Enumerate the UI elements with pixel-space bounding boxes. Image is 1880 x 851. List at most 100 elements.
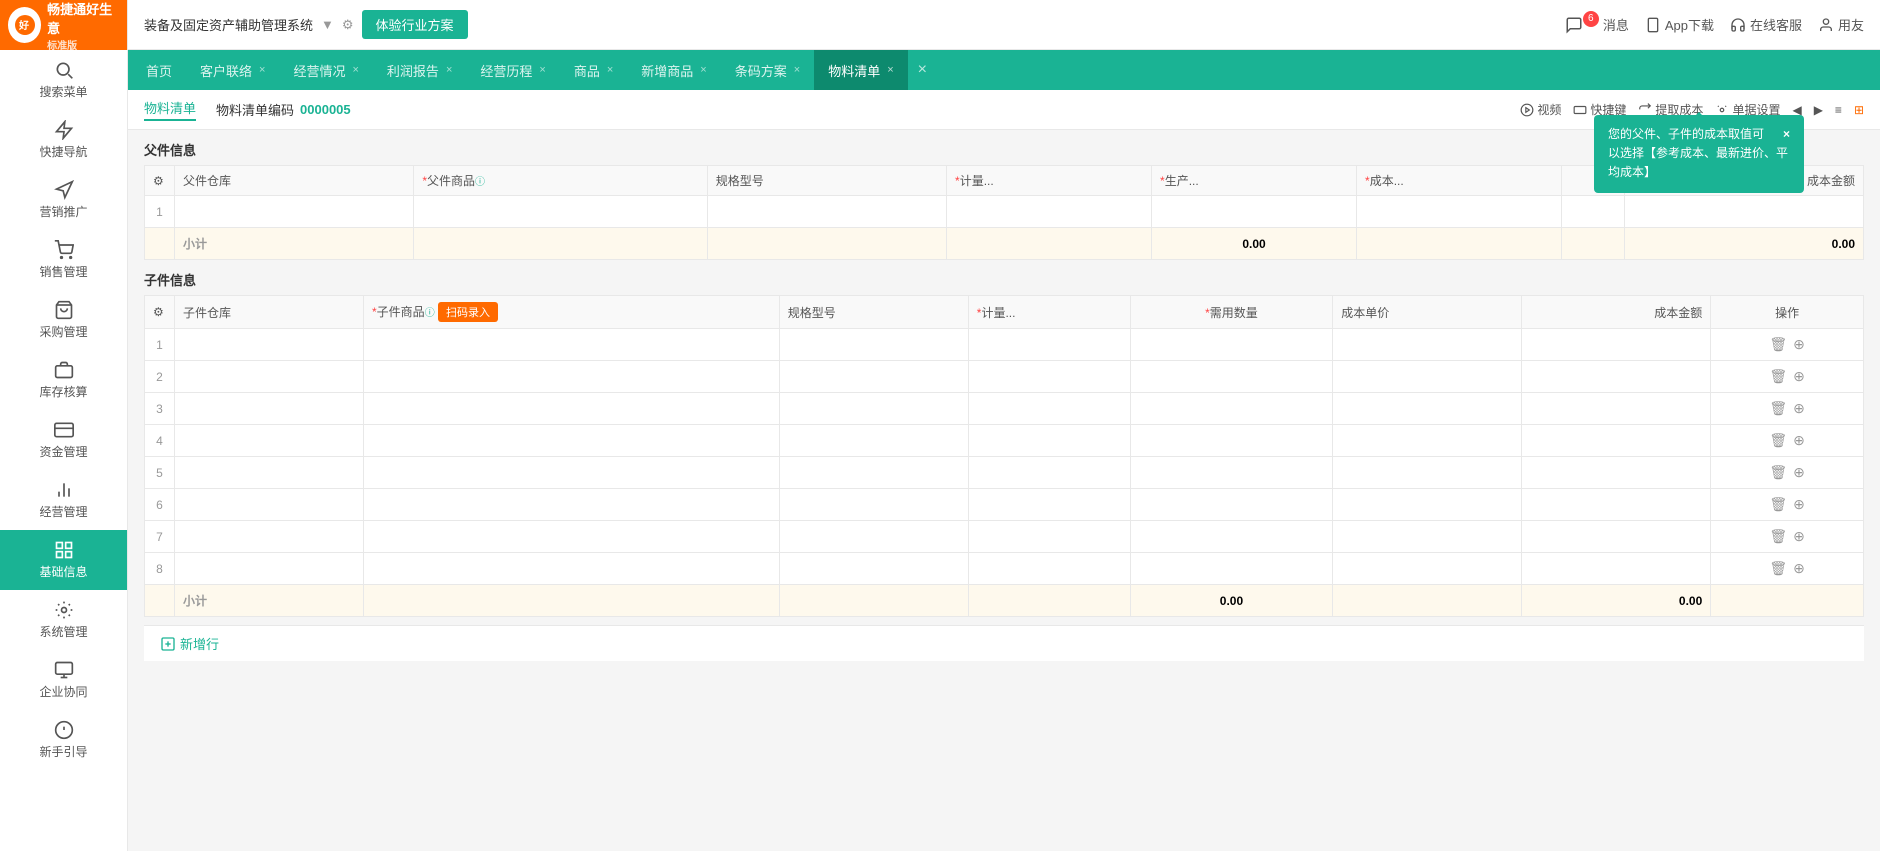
- delete-btn-3[interactable]: 🗑: [1769, 400, 1787, 417]
- child-subtotal-label: 小计: [175, 585, 364, 617]
- copy-btn-3[interactable]: ⊕: [1793, 400, 1805, 417]
- child-subtotal-amount: 0.00: [1522, 585, 1711, 617]
- topbar: 装备及固定资产辅助管理系统 ▼ ⚙ 体验行业方案 6 消息 App下载 在线客服…: [128, 0, 1880, 50]
- child-qty-1[interactable]: [1130, 329, 1333, 361]
- app-download-btn[interactable]: App下载: [1645, 15, 1714, 34]
- delete-btn-2[interactable]: 🗑: [1769, 368, 1787, 385]
- tab-operations[interactable]: 经营情况×: [279, 50, 372, 90]
- tab-new-goods[interactable]: 新增商品×: [627, 50, 720, 90]
- delete-btn-8[interactable]: 🗑: [1769, 560, 1787, 577]
- tab-profit[interactable]: 利润报告×: [373, 50, 466, 90]
- app-logo: 好 畅捷通好生意 标准版: [0, 0, 127, 50]
- child-row-8: 8 🗑⊕: [145, 553, 1864, 585]
- child-col-product: *子件商品ⓘ 扫码录入: [364, 296, 780, 329]
- copy-btn-5[interactable]: ⊕: [1793, 464, 1805, 481]
- child-col-settings[interactable]: ⚙: [145, 296, 175, 329]
- scan-input-btn[interactable]: 扫码录入: [438, 302, 498, 322]
- sidebar-item-quick-nav[interactable]: 快捷导航: [0, 110, 127, 170]
- sidebar-item-system[interactable]: 系统管理: [0, 590, 127, 650]
- parent-table-wrapper: × 您的父件、子件的成本取值可以选择【参考成本、最新进价、平均成本】 ⚙ 父件仓…: [144, 165, 1864, 260]
- tab-close-new-goods[interactable]: ×: [700, 64, 706, 76]
- parent-subtotal-label: 小计: [175, 228, 414, 260]
- copy-btn-1[interactable]: ⊕: [1793, 336, 1805, 353]
- tab-bom[interactable]: 物料清单×: [814, 50, 907, 90]
- child-spec-2[interactable]: [779, 361, 968, 393]
- tab-history[interactable]: 经营历程×: [466, 50, 559, 90]
- child-unit-1[interactable]: [968, 329, 1130, 361]
- sidebar-item-enterprise[interactable]: 企业协同: [0, 650, 127, 710]
- tab-goods[interactable]: 商品×: [560, 50, 627, 90]
- child-row-6: 6 🗑⊕: [145, 489, 1864, 521]
- parent-unit-1[interactable]: [947, 196, 1152, 228]
- copy-btn-2[interactable]: ⊕: [1793, 368, 1805, 385]
- sidebar-item-marketing[interactable]: 营销推广: [0, 170, 127, 230]
- svg-text:好: 好: [18, 19, 29, 32]
- trial-button[interactable]: 体验行业方案: [362, 10, 468, 39]
- tab-barcode[interactable]: 条码方案×: [721, 50, 814, 90]
- tab-home[interactable]: 首页: [132, 50, 186, 90]
- parent-spec-1[interactable]: [707, 196, 946, 228]
- tab-close-customer[interactable]: ×: [259, 64, 265, 76]
- child-row-7: 7 🗑⊕: [145, 521, 1864, 553]
- close-all-tabs[interactable]: ×: [914, 61, 931, 79]
- child-warehouse-2[interactable]: [175, 361, 364, 393]
- settings-icon[interactable]: ⚙: [342, 17, 354, 33]
- child-product-1[interactable]: [364, 329, 780, 361]
- sidebar-item-sales[interactable]: 销售管理: [0, 230, 127, 290]
- copy-btn-7[interactable]: ⊕: [1793, 528, 1805, 545]
- child-action-1: 🗑⊕: [1719, 336, 1855, 353]
- sidebar-item-guide[interactable]: 新手引导: [0, 710, 127, 770]
- col-settings[interactable]: ⚙: [145, 166, 175, 196]
- tab-close-history[interactable]: ×: [539, 64, 545, 76]
- dropdown-icon[interactable]: ▼: [321, 17, 334, 32]
- message-btn[interactable]: 6 消息: [1565, 15, 1629, 34]
- sub-tab-bom-list[interactable]: 物料清单: [144, 98, 196, 121]
- tab-close-profit[interactable]: ×: [446, 64, 452, 76]
- child-qty-2[interactable]: [1130, 361, 1333, 393]
- parent-production-1[interactable]: [1152, 196, 1357, 228]
- child-spec-1[interactable]: [779, 329, 968, 361]
- copy-btn-8[interactable]: ⊕: [1793, 560, 1805, 577]
- tab-close-operations[interactable]: ×: [352, 64, 358, 76]
- nav-next[interactable]: ▶: [1814, 103, 1823, 117]
- parent-product-1[interactable]: [414, 196, 707, 228]
- delete-btn-4[interactable]: 🗑: [1769, 432, 1787, 449]
- child-unit-cost-1[interactable]: [1333, 329, 1522, 361]
- child-warehouse-1[interactable]: [175, 329, 364, 361]
- sidebar-item-search[interactable]: 搜索菜单: [0, 50, 127, 110]
- tooltip-close-btn[interactable]: ×: [1783, 125, 1790, 144]
- add-row-btn[interactable]: 新增行: [160, 634, 219, 653]
- tab-close-goods[interactable]: ×: [607, 64, 613, 76]
- child-product-2[interactable]: [364, 361, 780, 393]
- user-btn[interactable]: 用友: [1818, 15, 1864, 34]
- sidebar-item-finance[interactable]: 资金管理: [0, 410, 127, 470]
- copy-btn-6[interactable]: ⊕: [1793, 496, 1805, 513]
- page-content: 物料清单 物料清单编码 0000005 视频 快捷键 提取成本: [128, 90, 1880, 851]
- sidebar-item-purchase[interactable]: 采购管理: [0, 290, 127, 350]
- child-unit-cost-2[interactable]: [1333, 361, 1522, 393]
- child-unit-2[interactable]: [968, 361, 1130, 393]
- video-btn[interactable]: 视频: [1520, 101, 1561, 118]
- sidebar-item-operations[interactable]: 经营管理: [0, 470, 127, 530]
- expand-icon[interactable]: ⊞: [1854, 103, 1864, 117]
- delete-btn-6[interactable]: 🗑: [1769, 496, 1787, 513]
- sidebar-item-inventory[interactable]: 库存核算: [0, 350, 127, 410]
- view-toggle[interactable]: ≡: [1835, 103, 1842, 117]
- delete-btn-1[interactable]: 🗑: [1769, 336, 1787, 353]
- child-amount-2: [1522, 361, 1711, 393]
- parent-warehouse-1[interactable]: [175, 196, 414, 228]
- tab-close-barcode[interactable]: ×: [794, 64, 800, 76]
- parent-cost-1[interactable]: [1357, 196, 1562, 228]
- tab-customer[interactable]: 客户联络×: [186, 50, 279, 90]
- bom-code-value: 0000005: [300, 102, 351, 117]
- tab-close-bom[interactable]: ×: [887, 64, 893, 76]
- copy-btn-4[interactable]: ⊕: [1793, 432, 1805, 449]
- delete-btn-5[interactable]: 🗑: [1769, 464, 1787, 481]
- col-production: *生产...: [1152, 166, 1357, 196]
- child-section-title: 子件信息: [144, 260, 1864, 295]
- child-subtotal-qty: 0.00: [1130, 585, 1333, 617]
- delete-btn-7[interactable]: 🗑: [1769, 528, 1787, 545]
- online-service-btn[interactable]: 在线客服: [1730, 15, 1802, 34]
- bom-code-label: 物料清单编码: [216, 100, 294, 119]
- sidebar-item-basic-info[interactable]: 基础信息: [0, 530, 127, 590]
